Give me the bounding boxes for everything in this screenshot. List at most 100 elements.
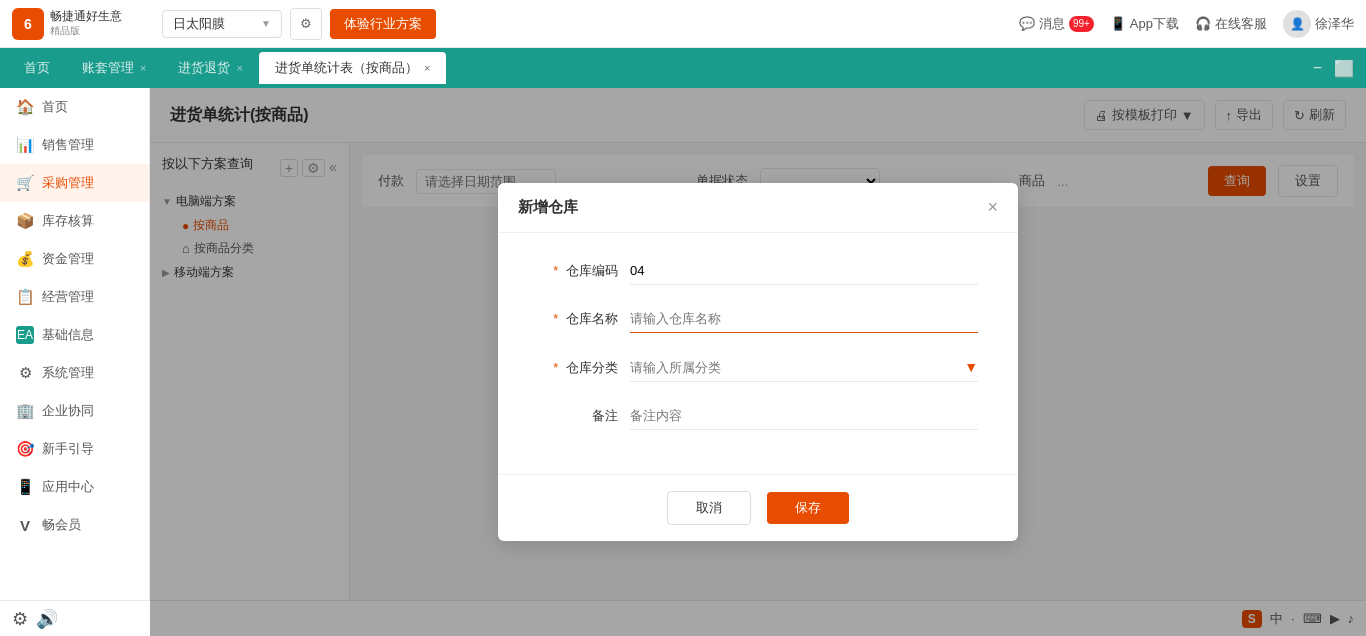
volume-footer-icon[interactable]: 🔊 <box>36 608 58 630</box>
sidebar-item-sales-label: 销售管理 <box>42 136 94 154</box>
form-label-name: * 仓库名称 <box>538 310 618 328</box>
form-label-category: * 仓库分类 <box>538 359 618 377</box>
settings-gear-button[interactable]: ⚙ <box>290 8 322 40</box>
sidebar-item-sales[interactable]: 📊 销售管理 <box>0 126 149 164</box>
sales-icon: 📊 <box>16 136 34 154</box>
purchase-icon: 🛒 <box>16 174 34 192</box>
logo-badge: 精品版 <box>50 24 122 38</box>
tab-purchase-return-close-icon[interactable]: × <box>236 62 242 74</box>
online-service-label: 在线客服 <box>1215 15 1267 33</box>
logo-icon: 6 <box>12 8 44 40</box>
form-row-name: * 仓库名称 <box>538 305 978 333</box>
store-selector[interactable]: 日太阳膜 ▼ <box>162 10 282 38</box>
logo-text: 畅捷通好生意 <box>50 9 122 25</box>
inventory-icon: 📦 <box>16 212 34 230</box>
modal-header: 新增仓库 × <box>498 183 1018 233</box>
modal-close-icon[interactable]: × <box>987 197 998 218</box>
tab-min-icon[interactable]: − <box>1309 55 1326 81</box>
user-nav-item[interactable]: 👤 徐泽华 <box>1283 10 1354 38</box>
modal-new-warehouse: 新增仓库 × * 仓库编码 * <box>498 183 1018 541</box>
messages-nav-item[interactable]: 💬 消息 99+ <box>1019 15 1094 33</box>
operations-icon: 📋 <box>16 288 34 306</box>
category-input[interactable] <box>630 360 964 375</box>
sidebar-item-finance[interactable]: 💰 资金管理 <box>0 240 149 278</box>
footer-left-icons: ⚙ 🔊 <box>12 608 58 630</box>
required-star-name: * <box>553 311 558 326</box>
finance-icon: 💰 <box>16 250 34 268</box>
notes-input[interactable] <box>630 402 978 430</box>
store-name: 日太阳膜 <box>173 15 225 33</box>
sidebar-item-enterprise[interactable]: 🏢 企业协同 <box>0 392 149 430</box>
settings-footer-icon[interactable]: ⚙ <box>12 608 28 630</box>
sidebar-item-guide-label: 新手引导 <box>42 440 94 458</box>
sidebar-item-enterprise-label: 企业协同 <box>42 402 94 420</box>
messages-label: 消息 <box>1039 15 1065 33</box>
avatar: 👤 <box>1283 10 1311 38</box>
tab-purchase-stats-label: 进货单统计表（按商品） <box>275 59 418 77</box>
sidebar-item-purchase-label: 采购管理 <box>42 174 94 192</box>
try-industry-button[interactable]: 体验行业方案 <box>330 9 436 39</box>
logo-area: 6 畅捷通好生意 精品版 <box>12 8 162 40</box>
modal-overlay[interactable]: 新增仓库 × * 仓库编码 * <box>150 88 1366 636</box>
tab-max-icon[interactable]: ⬜ <box>1330 55 1358 82</box>
message-icon: 💬 <box>1019 16 1035 31</box>
save-button[interactable]: 保存 <box>767 492 849 524</box>
main-layout: 🏠 首页 📊 销售管理 🛒 采购管理 📦 库存核算 💰 资金管理 📋 经营管理 … <box>0 88 1366 636</box>
warehouse-name-input[interactable] <box>630 305 978 333</box>
gear-icon: ⚙ <box>300 16 312 31</box>
form-row-notes: 备注 <box>538 402 978 430</box>
tab-home-label: 首页 <box>24 59 50 77</box>
online-service-nav-item[interactable]: 🎧 在线客服 <box>1195 15 1267 33</box>
sidebar-item-operations[interactable]: 📋 经营管理 <box>0 278 149 316</box>
tab-purchase-return-label: 进货退货 <box>178 59 230 77</box>
sidebar-item-system-label: 系统管理 <box>42 364 94 382</box>
apps-icon: 📱 <box>16 478 34 496</box>
sidebar-item-home-label: 首页 <box>42 98 68 116</box>
logo-text-area: 畅捷通好生意 精品版 <box>50 9 122 39</box>
tab-bar: 首页 账套管理 × 进货退货 × 进货单统计表（按商品） × − ⬜ <box>0 48 1366 88</box>
warehouse-category-select[interactable]: ▼ <box>630 353 978 382</box>
sidebar-item-vip[interactable]: V 畅会员 <box>0 506 149 544</box>
form-label-notes: 备注 <box>538 407 618 425</box>
sidebar-item-basic-info[interactable]: EA 基础信息 <box>0 316 149 354</box>
cancel-button[interactable]: 取消 <box>667 491 751 525</box>
tab-home[interactable]: 首页 <box>8 52 66 84</box>
required-star-code: * <box>553 263 558 278</box>
store-arrow-icon: ▼ <box>261 18 271 29</box>
sidebar-item-home[interactable]: 🏠 首页 <box>0 88 149 126</box>
category-dropdown-icon: ▼ <box>964 359 978 375</box>
sidebar-item-apps-label: 应用中心 <box>42 478 94 496</box>
sidebar: 🏠 首页 📊 销售管理 🛒 采购管理 📦 库存核算 💰 资金管理 📋 经营管理 … <box>0 88 150 636</box>
form-row-category: * 仓库分类 ▼ <box>538 353 978 382</box>
content-area: 进货单统计(按商品) 🖨 按模板打印 ▼ ↑ 导出 ↻ 刷新 <box>150 88 1366 636</box>
tab-account-close-icon[interactable]: × <box>140 62 146 74</box>
app-download-nav-item[interactable]: 📱 App下载 <box>1110 15 1179 33</box>
sidebar-item-inventory-label: 库存核算 <box>42 212 94 230</box>
tab-purchase-stats-close-icon[interactable]: × <box>424 62 430 74</box>
tab-account-label: 账套管理 <box>82 59 134 77</box>
sidebar-item-guide[interactable]: 🎯 新手引导 <box>0 430 149 468</box>
guide-icon: 🎯 <box>16 440 34 458</box>
user-name: 徐泽华 <box>1315 15 1354 33</box>
tab-purchase-return[interactable]: 进货退货 × <box>162 52 258 84</box>
form-label-code: * 仓库编码 <box>538 262 618 280</box>
sidebar-item-inventory[interactable]: 📦 库存核算 <box>0 202 149 240</box>
modal-footer: 取消 保存 <box>498 474 1018 541</box>
messages-badge: 99+ <box>1069 16 1094 32</box>
required-star-category: * <box>553 360 558 375</box>
sidebar-item-system[interactable]: ⚙ 系统管理 <box>0 354 149 392</box>
phone-icon: 📱 <box>1110 16 1126 31</box>
warehouse-code-input[interactable] <box>630 257 978 285</box>
app-download-label: App下载 <box>1130 15 1179 33</box>
tab-controls: − ⬜ <box>1309 55 1358 82</box>
headset-icon: 🎧 <box>1195 16 1211 31</box>
home-icon: 🏠 <box>16 98 34 116</box>
tab-purchase-stats[interactable]: 进货单统计表（按商品） × <box>259 52 446 84</box>
modal-body: * 仓库编码 * 仓库名称 <box>498 233 1018 474</box>
sidebar-item-apps[interactable]: 📱 应用中心 <box>0 468 149 506</box>
vip-icon: V <box>16 516 34 534</box>
tab-account[interactable]: 账套管理 × <box>66 52 162 84</box>
basic-info-icon: EA <box>16 326 34 344</box>
top-nav: 6 畅捷通好生意 精品版 日太阳膜 ▼ ⚙ 体验行业方案 💬 消息 99+ 📱 … <box>0 0 1366 48</box>
sidebar-item-purchase[interactable]: 🛒 采购管理 <box>0 164 149 202</box>
